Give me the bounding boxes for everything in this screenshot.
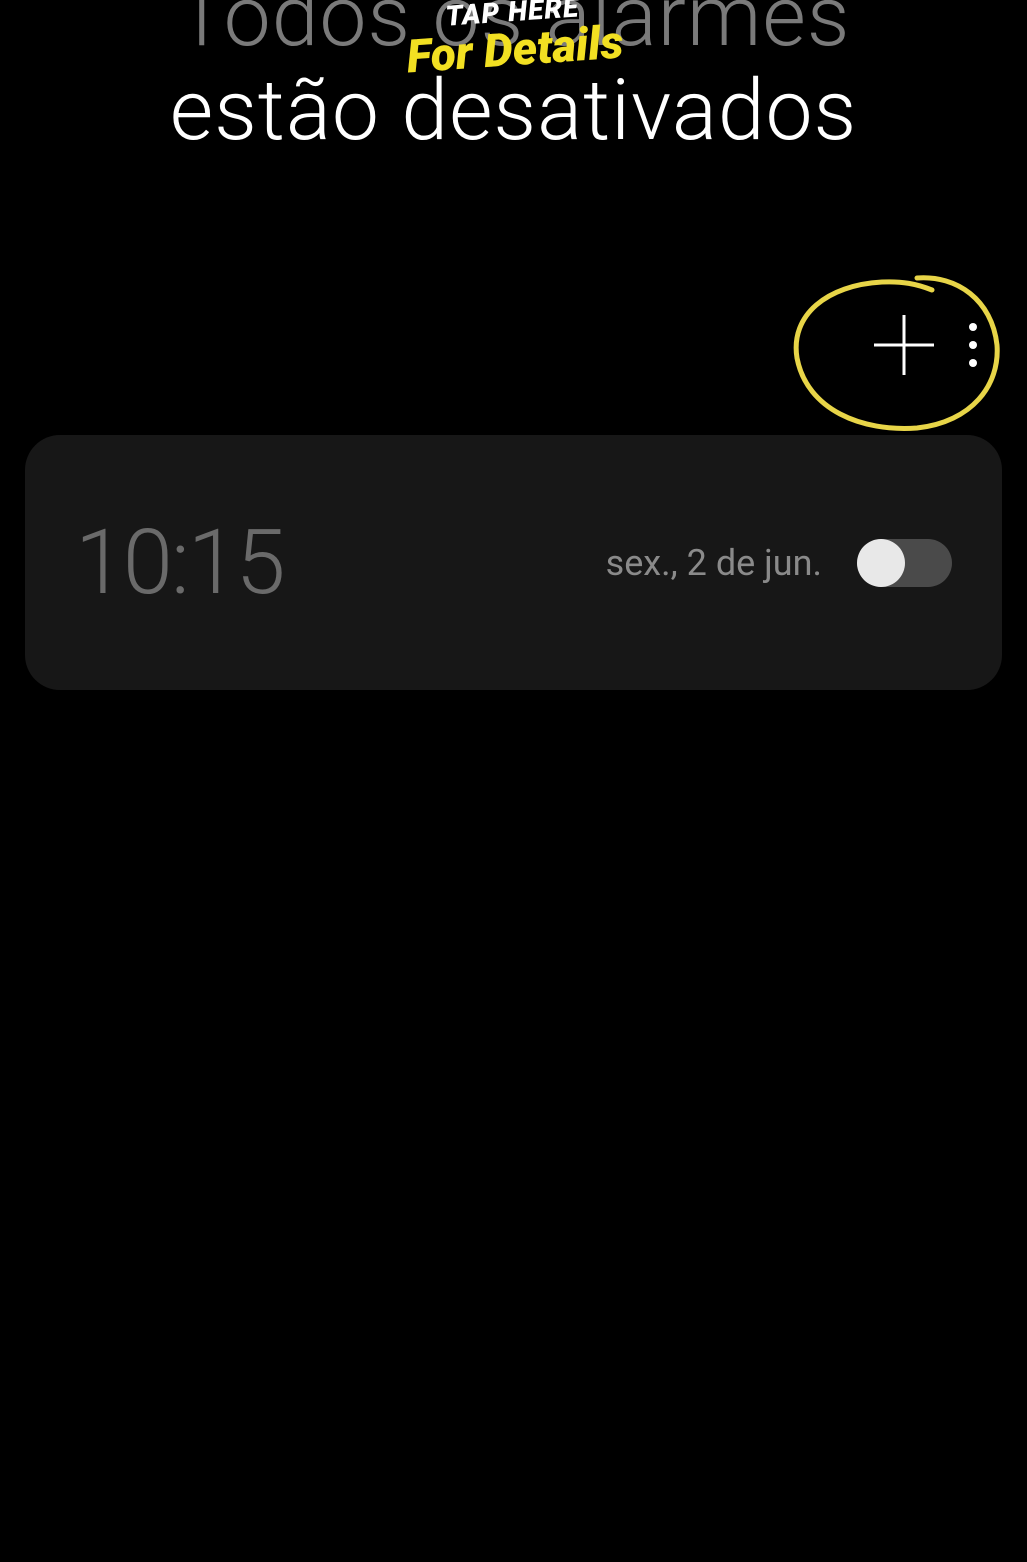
alarm-date: sex., 2 de jun. <box>606 542 822 584</box>
alarm-card[interactable]: 10:15 sex., 2 de jun. <box>25 435 1002 690</box>
action-bar <box>874 315 977 375</box>
alarm-toggle[interactable] <box>857 539 952 587</box>
header-line2: estão desativados <box>0 69 1027 153</box>
more-dot <box>969 323 977 331</box>
alarm-meta: sex., 2 de jun. <box>606 539 952 587</box>
more-dot <box>969 341 977 349</box>
more-dot <box>969 359 977 367</box>
toggle-thumb <box>857 539 905 587</box>
more-options-icon[interactable] <box>969 323 977 367</box>
add-alarm-icon[interactable] <box>874 315 934 375</box>
alarm-time: 10:15 <box>75 510 284 615</box>
